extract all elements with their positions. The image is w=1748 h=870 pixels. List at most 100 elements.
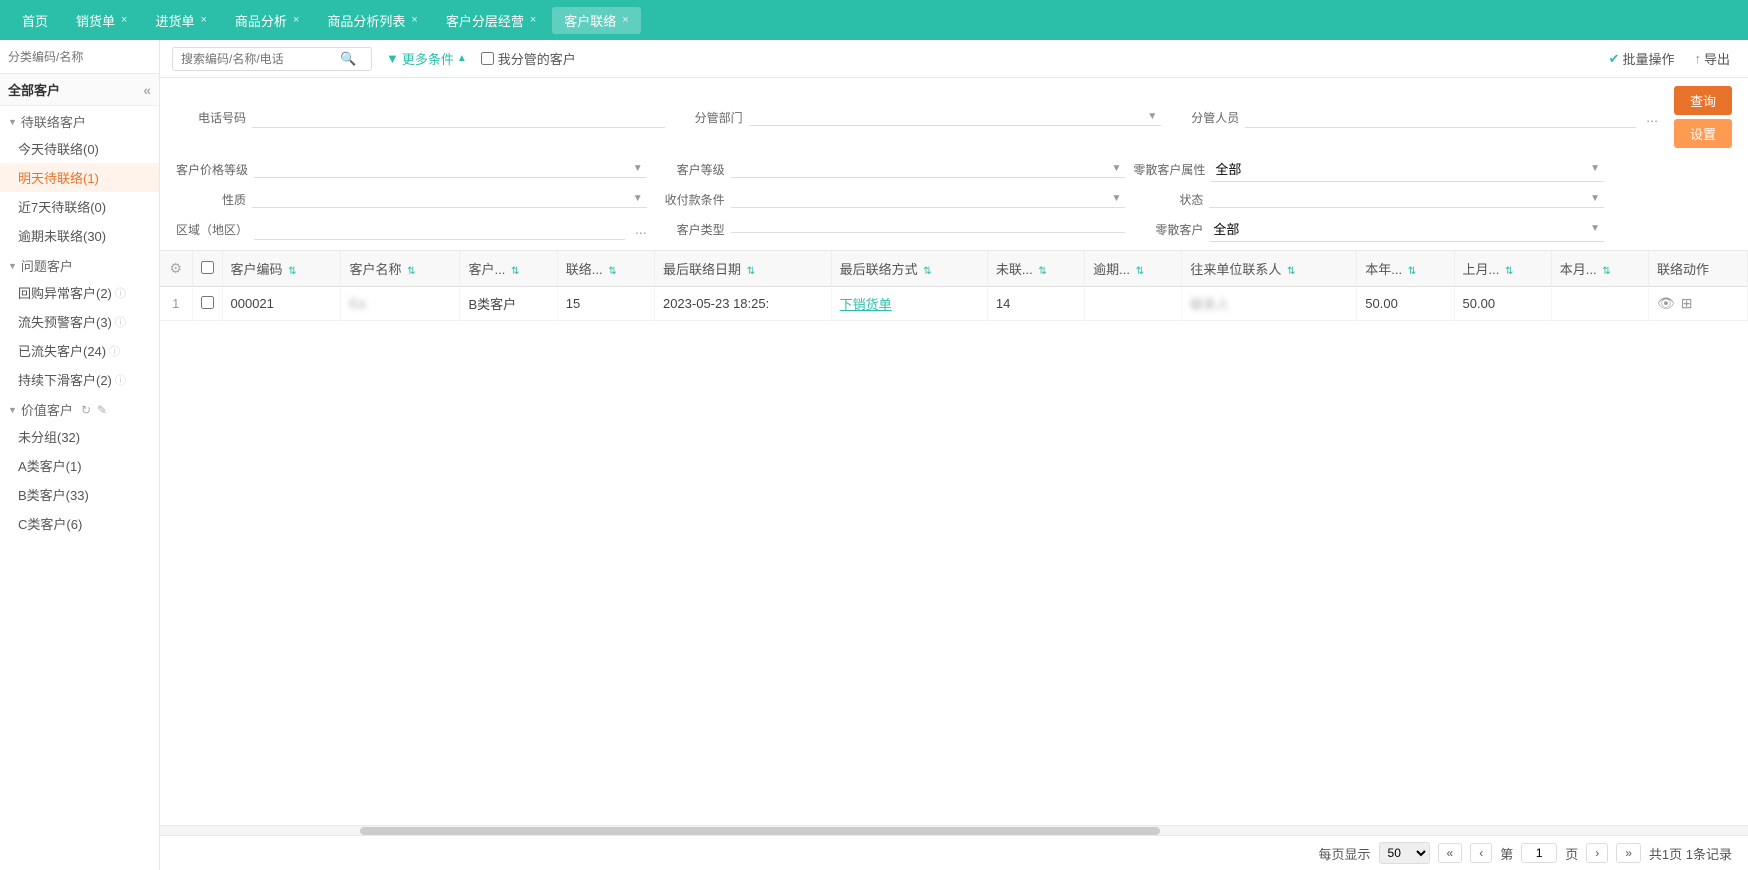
search-input[interactable] (181, 52, 336, 66)
prev-page-button[interactable]: ‹ (1470, 843, 1492, 863)
my-customers-check[interactable]: 我分管的客户 (481, 49, 576, 68)
retail-select[interactable]: 全部 ▼ (1209, 216, 1604, 242)
th-customer-type-col[interactable]: 客户... ⇅ (460, 251, 557, 287)
settings-icon[interactable]: ⚙ (169, 260, 182, 276)
first-page-button[interactable]: « (1438, 843, 1463, 863)
cell-customer-code: 000021 (222, 287, 341, 321)
more-icon[interactable]: ... (1646, 109, 1658, 125)
page-suffix: 页 (1565, 844, 1578, 863)
sidebar-search-input[interactable] (8, 50, 160, 64)
th-gear[interactable]: ⚙ (160, 251, 192, 287)
page-size-select[interactable]: 50 100 200 (1379, 842, 1430, 864)
close-icon[interactable]: × (293, 14, 299, 26)
payment-select[interactable]: ▼ (731, 190, 1126, 208)
sort-icon: ⇅ (747, 266, 755, 277)
sidebar-item-class-c[interactable]: C类客户(6) (0, 509, 159, 538)
sidebar-item-7days-contact[interactable]: 近7天待联络(0) (0, 192, 159, 221)
region-input[interactable] (254, 219, 625, 240)
horizontal-scrollbar[interactable] (160, 825, 1748, 835)
last-contact-link[interactable]: 下销货单 (840, 297, 892, 312)
nav-purchase-order[interactable]: 进货单 × (143, 7, 218, 34)
th-this-month[interactable]: 本月... ⇅ (1551, 251, 1648, 287)
close-icon[interactable]: × (121, 14, 127, 26)
sidebar-item-tomorrow-contact[interactable]: 明天待联络(1) (0, 163, 159, 192)
more-icon[interactable]: ... (635, 221, 647, 237)
price-level-label: 客户价格等级 (176, 161, 248, 178)
th-contact-person[interactable]: 往来单位联系人 ⇅ (1182, 251, 1357, 287)
row-checkbox[interactable] (201, 296, 214, 309)
th-customer-code[interactable]: 客户编码 ⇅ (222, 251, 341, 287)
customer-level-select[interactable]: ▼ (731, 160, 1126, 178)
export-button[interactable]: ↑ 导出 (1688, 46, 1736, 71)
collapse-icon[interactable]: « (143, 82, 151, 98)
sidebar-item-today-contact[interactable]: 今天待联络(0) (0, 134, 159, 163)
chevron-down-icon: ▼ (633, 193, 643, 204)
nav-sales-order[interactable]: 销货单 × (64, 7, 139, 34)
th-overdue[interactable]: 逾期... ⇅ (1085, 251, 1182, 287)
person-label: 分管人员 (1169, 109, 1239, 126)
last-page-button[interactable]: » (1616, 843, 1641, 863)
nav-customer-segmentation[interactable]: 客户分层经营 × (434, 7, 548, 34)
more-filter-label: 更多条件 (402, 49, 454, 68)
sidebar-item-class-a[interactable]: A类客户(1) (0, 451, 159, 480)
refresh-icon[interactable]: ↻ (81, 403, 91, 417)
edit-icon[interactable]: ✎ (97, 403, 107, 417)
close-icon[interactable]: × (411, 14, 417, 26)
settings-button[interactable]: 设置 (1674, 119, 1732, 148)
sidebar-item-overdue-contact[interactable]: 逾期未联络(30) (0, 221, 159, 250)
search-icon[interactable]: 🔍 (340, 51, 356, 67)
nav-product-analysis[interactable]: 商品分析 × (223, 7, 311, 34)
th-customer-name[interactable]: 客户名称 ⇅ (341, 251, 460, 287)
nav-home[interactable]: 首页 (10, 7, 60, 34)
scrollbar-thumb[interactable] (360, 827, 1160, 835)
table-header-row: ⚙ 客户编码 ⇅ 客户名称 ⇅ (160, 251, 1748, 287)
price-level-select[interactable]: ▼ (254, 160, 647, 178)
sidebar-item-ungrouped[interactable]: 未分组(32) (0, 422, 159, 451)
nature-select[interactable]: ▼ (252, 190, 647, 208)
group-problem-customers[interactable]: 问题客户 (0, 250, 159, 278)
cell-last-contact-method[interactable]: 下销货单 (831, 287, 987, 321)
person-input[interactable] (1245, 107, 1636, 128)
sidebar-item-repurchase-abnormal[interactable]: 回购异常客户(2) ⓘ (0, 278, 159, 307)
eye-icon[interactable]: 👁 (1657, 295, 1675, 312)
all-customers-header[interactable]: 全部客户 « (0, 74, 159, 106)
sidebar-item-churned[interactable]: 已流失客户(24) ⓘ (0, 336, 159, 365)
sidebar-item-label: 今天待联络(0) (18, 139, 99, 158)
payment-label: 收付款条件 (655, 191, 725, 208)
filter-field-dept: 分管部门 ▼ (673, 108, 1162, 126)
sidebar-item-label: B类客户(33) (18, 485, 89, 504)
grid-icon[interactable]: ⊞ (1681, 295, 1693, 312)
nav-product-analysis-label: 商品分析 (235, 11, 287, 30)
page-number-input[interactable] (1521, 843, 1557, 863)
th-last-month[interactable]: 上月... ⇅ (1454, 251, 1551, 287)
th-last-contact-method[interactable]: 最后联络方式 ⇅ (831, 251, 987, 287)
sidebar-item-churn-warning[interactable]: 流失预警客户(3) ⓘ (0, 307, 159, 336)
nav-product-analysis-list[interactable]: 商品分析列表 × (315, 7, 429, 34)
dept-select[interactable]: ▼ (749, 108, 1162, 126)
th-contact-count[interactable]: 联络... ⇅ (557, 251, 654, 287)
th-last-contact-date[interactable]: 最后联络日期 ⇅ (654, 251, 831, 287)
status-select[interactable]: ▼ (1209, 190, 1604, 208)
sort-icon: ⇅ (407, 266, 415, 277)
select-all-checkbox[interactable] (201, 261, 214, 274)
th-year-amount[interactable]: 本年... ⇅ (1357, 251, 1454, 287)
next-page-button[interactable]: › (1586, 843, 1608, 863)
bulk-ops-button[interactable]: ✔ 批量操作 (1603, 46, 1681, 71)
sidebar-item-declining[interactable]: 持续下滑客户(2) ⓘ (0, 365, 159, 394)
more-filter-button[interactable]: ▼ 更多条件 ▲ (380, 46, 473, 71)
nav-customer-contact[interactable]: 客户联络 × (552, 7, 640, 34)
sidebar-item-class-b[interactable]: B类客户(33) (0, 480, 159, 509)
close-icon[interactable]: × (530, 14, 536, 26)
group-value-customers[interactable]: 价值客户 ↻ ✎ (0, 394, 159, 422)
th-uncontacted[interactable]: 未联... ⇅ (987, 251, 1084, 287)
th-label: 联络动作 (1657, 262, 1709, 277)
th-label: 本月... (1560, 262, 1597, 277)
query-button[interactable]: 查询 (1674, 86, 1732, 115)
group-pending-contact[interactable]: 待联络客户 (0, 106, 159, 134)
close-icon[interactable]: × (622, 14, 628, 26)
retail-attr-select[interactable]: 全部 ▼ (1211, 156, 1604, 182)
phone-input[interactable] (252, 107, 665, 128)
my-customers-checkbox[interactable] (481, 52, 494, 65)
close-icon[interactable]: × (200, 14, 206, 26)
customer-type-select[interactable] (731, 226, 1126, 233)
